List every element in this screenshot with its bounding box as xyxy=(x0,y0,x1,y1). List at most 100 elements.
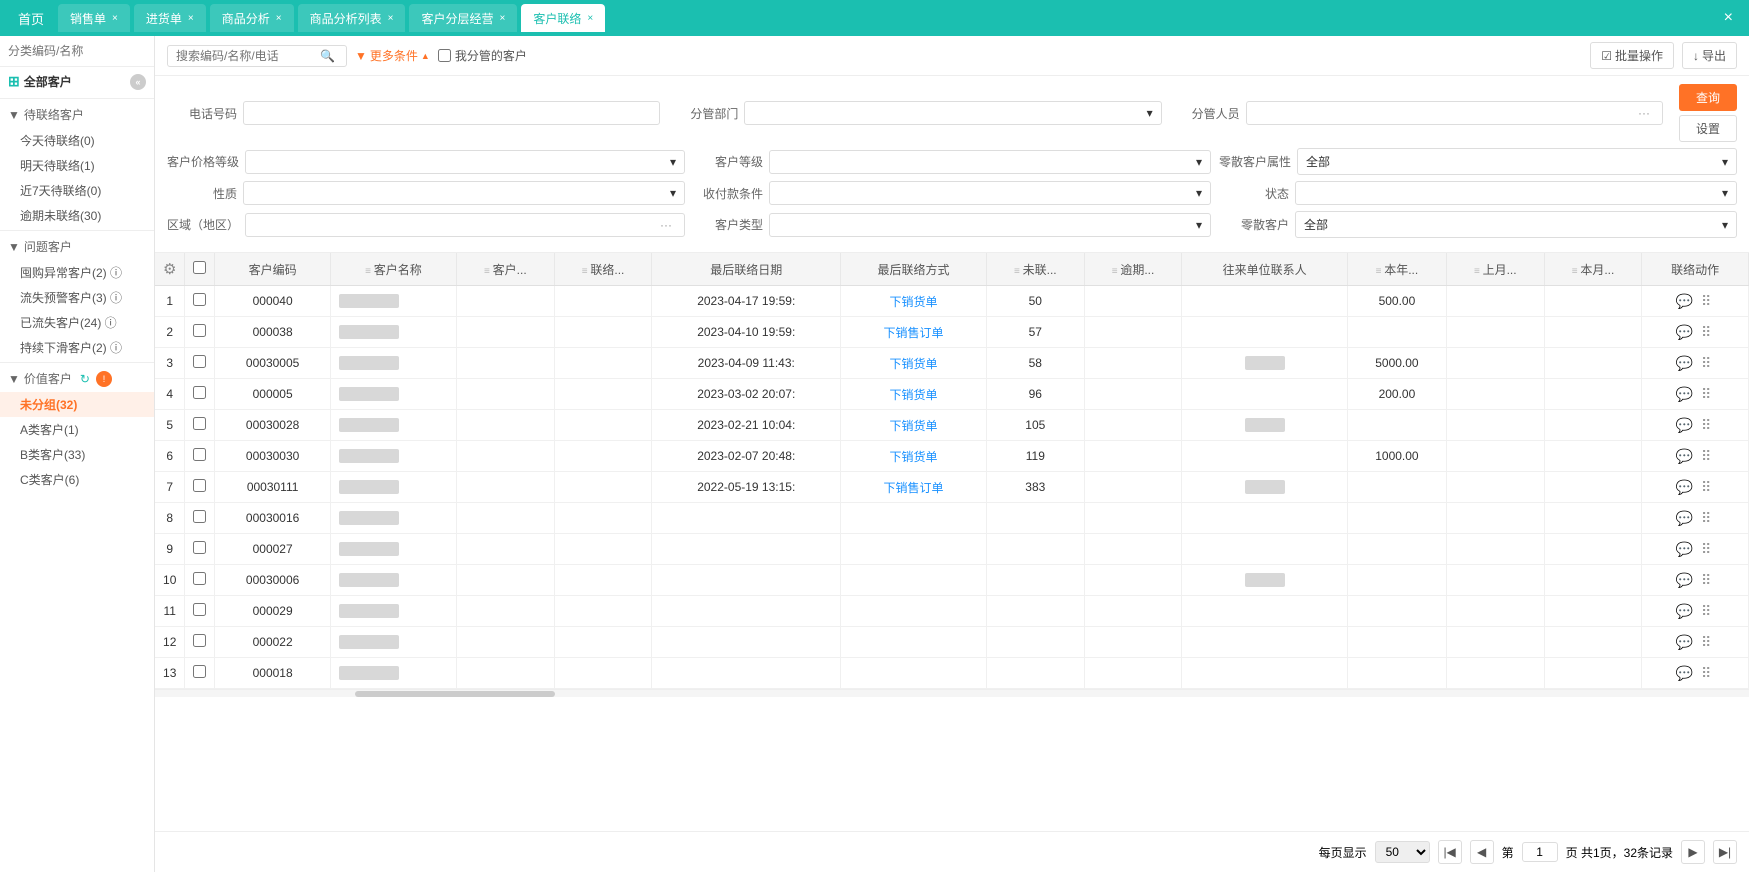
sidebar-item-tomorrow-pending[interactable]: 明天待联络(1) xyxy=(0,153,154,178)
sidebar-item-class-c[interactable]: C类客户(6) xyxy=(0,467,154,492)
row-checkbox[interactable] xyxy=(193,386,206,399)
sidebar-item-today-pending[interactable]: 今天待联络(0) xyxy=(0,128,154,153)
sidebar-all-customers[interactable]: ⊞ 全部客户 « xyxy=(0,67,154,96)
retail-customer-select[interactable]: 全部 ▾ xyxy=(1295,211,1737,238)
close-product-list-icon[interactable]: × xyxy=(388,13,394,24)
row-checkbox[interactable] xyxy=(193,448,206,461)
last-method-link[interactable]: 下销货单 xyxy=(889,450,937,464)
close-customer-seg-icon[interactable]: × xyxy=(499,13,505,24)
row-checkbox[interactable] xyxy=(193,634,206,647)
more-conditions-button[interactable]: ▼ 更多条件 ▲ xyxy=(355,47,430,64)
more-icon[interactable]: ⠿ xyxy=(1697,633,1715,651)
row-checkbox[interactable] xyxy=(193,510,206,523)
phone-input[interactable] xyxy=(243,101,660,125)
export-button[interactable]: ↓ 导出 xyxy=(1682,42,1737,69)
close-customer-contact-icon[interactable]: × xyxy=(587,13,593,24)
sidebar-item-class-b[interactable]: B类客户(33) xyxy=(0,442,154,467)
row-checkbox[interactable] xyxy=(193,324,206,337)
more-icon[interactable]: ⠿ xyxy=(1697,385,1715,403)
last-method-link[interactable]: 下销货单 xyxy=(889,295,937,309)
tab-product-analysis[interactable]: 商品分析 × xyxy=(210,4,294,32)
chat-icon[interactable]: 💬 xyxy=(1675,354,1693,372)
reset-button[interactable]: 设置 xyxy=(1679,115,1737,142)
row-checkbox[interactable] xyxy=(193,293,206,306)
select-all-checkbox[interactable] xyxy=(193,261,206,274)
row-checkbox[interactable] xyxy=(193,355,206,368)
search-input[interactable] xyxy=(176,49,316,63)
sidebar-search-input[interactable] xyxy=(8,44,155,58)
page-number-input[interactable] xyxy=(1522,842,1558,862)
more-icon[interactable]: ⠿ xyxy=(1697,571,1715,589)
sidebar-group-value[interactable]: ▼ 价值客户 ↻ ! xyxy=(0,365,154,392)
retail-attr-select[interactable]: 全部 ▾ xyxy=(1297,148,1737,175)
sidebar-item-7day-pending[interactable]: 近7天待联络(0) xyxy=(0,178,154,203)
last-method-link[interactable]: 下销售订单 xyxy=(883,326,943,340)
chat-icon[interactable]: 💬 xyxy=(1675,447,1693,465)
chat-icon[interactable]: 💬 xyxy=(1675,385,1693,403)
sidebar-item-declining[interactable]: 持续下滑客户(2) ⓘ xyxy=(0,335,154,360)
payment-select[interactable]: ▾ xyxy=(769,181,1211,205)
more-icon[interactable]: ⠿ xyxy=(1697,540,1715,558)
more-icon[interactable]: ⠿ xyxy=(1697,509,1715,527)
window-close-icon[interactable]: × xyxy=(1716,9,1741,27)
region-dots-icon[interactable]: ··· xyxy=(656,218,676,232)
price-level-select[interactable]: ▾ xyxy=(245,150,685,174)
last-page-button[interactable]: ▶| xyxy=(1713,840,1737,864)
row-checkbox[interactable] xyxy=(193,417,206,430)
close-sales-tab-icon[interactable]: × xyxy=(112,13,118,24)
row-checkbox[interactable] xyxy=(193,603,206,616)
sidebar-item-ungrouped[interactable]: 未分组(32) xyxy=(0,392,154,417)
close-purchase-tab-icon[interactable]: × xyxy=(188,13,194,24)
row-checkbox[interactable] xyxy=(193,479,206,492)
more-icon[interactable]: ⠿ xyxy=(1697,354,1715,372)
close-product-analysis-icon[interactable]: × xyxy=(276,13,282,24)
last-method-link[interactable]: 下销售订单 xyxy=(883,481,943,495)
more-icon[interactable]: ⠿ xyxy=(1697,478,1715,496)
nature-select[interactable]: ▾ xyxy=(243,181,685,205)
last-method-link[interactable]: 下销货单 xyxy=(889,388,937,402)
status-select[interactable]: ▾ xyxy=(1295,181,1737,205)
more-icon[interactable]: ⠿ xyxy=(1697,323,1715,341)
refresh-icon[interactable]: ↻ xyxy=(80,372,90,386)
tab-product-list[interactable]: 商品分析列表 × xyxy=(298,4,406,32)
sidebar-group-pending[interactable]: ▼ 待联络客户 xyxy=(0,101,154,128)
manager-select[interactable]: ··· xyxy=(1246,101,1663,125)
more-icon[interactable]: ⠿ xyxy=(1697,664,1715,682)
sidebar-item-overdue-contact[interactable]: 逾期未联络(30) xyxy=(0,203,154,228)
chat-icon[interactable]: 💬 xyxy=(1675,571,1693,589)
last-method-link[interactable]: 下销货单 xyxy=(889,419,937,433)
first-page-button[interactable]: |◀ xyxy=(1438,840,1462,864)
sidebar-item-churned[interactable]: 已流失客户(24) ⓘ xyxy=(0,310,154,335)
table-scrollbar[interactable] xyxy=(155,689,1749,697)
home-tab[interactable]: 首页 xyxy=(8,9,54,28)
chat-icon[interactable]: 💬 xyxy=(1675,478,1693,496)
batch-ops-button[interactable]: ☑ 批量操作 xyxy=(1590,42,1674,69)
chat-icon[interactable]: 💬 xyxy=(1675,540,1693,558)
chat-icon[interactable]: 💬 xyxy=(1675,602,1693,620)
next-page-button[interactable]: ▶ xyxy=(1681,840,1705,864)
more-icon[interactable]: ⠿ xyxy=(1697,416,1715,434)
chat-icon[interactable]: 💬 xyxy=(1675,509,1693,527)
chat-icon[interactable]: 💬 xyxy=(1675,323,1693,341)
more-icon[interactable]: ⠿ xyxy=(1697,602,1715,620)
my-customer-checkbox[interactable] xyxy=(438,49,451,62)
tab-sales[interactable]: 销售单 × xyxy=(58,4,130,32)
chat-icon[interactable]: 💬 xyxy=(1675,292,1693,310)
tab-customer-segmentation[interactable]: 客户分层经营 × xyxy=(409,4,517,32)
chat-icon[interactable]: 💬 xyxy=(1675,416,1693,434)
sidebar-item-churn-warning[interactable]: 流失预警客户(3) ⓘ xyxy=(0,285,154,310)
scrollbar-thumb[interactable] xyxy=(355,691,555,697)
row-checkbox[interactable] xyxy=(193,541,206,554)
sidebar-collapse-icon[interactable]: « xyxy=(130,74,146,90)
tab-customer-contact[interactable]: 客户联络 × xyxy=(521,4,605,32)
settings-icon[interactable]: ⚙ xyxy=(163,261,176,278)
search-icon[interactable]: 🔍 xyxy=(320,49,335,63)
sidebar-item-class-a[interactable]: A类客户(1) xyxy=(0,417,154,442)
dept-select[interactable]: ▾ xyxy=(744,101,1161,125)
row-checkbox[interactable] xyxy=(193,665,206,678)
page-size-select[interactable]: 50 20 100 xyxy=(1375,841,1430,863)
chat-icon[interactable]: 💬 xyxy=(1675,633,1693,651)
region-select[interactable]: ··· xyxy=(245,213,685,237)
prev-page-button[interactable]: ◀ xyxy=(1470,840,1494,864)
customer-type-select[interactable]: ▾ xyxy=(769,213,1211,237)
